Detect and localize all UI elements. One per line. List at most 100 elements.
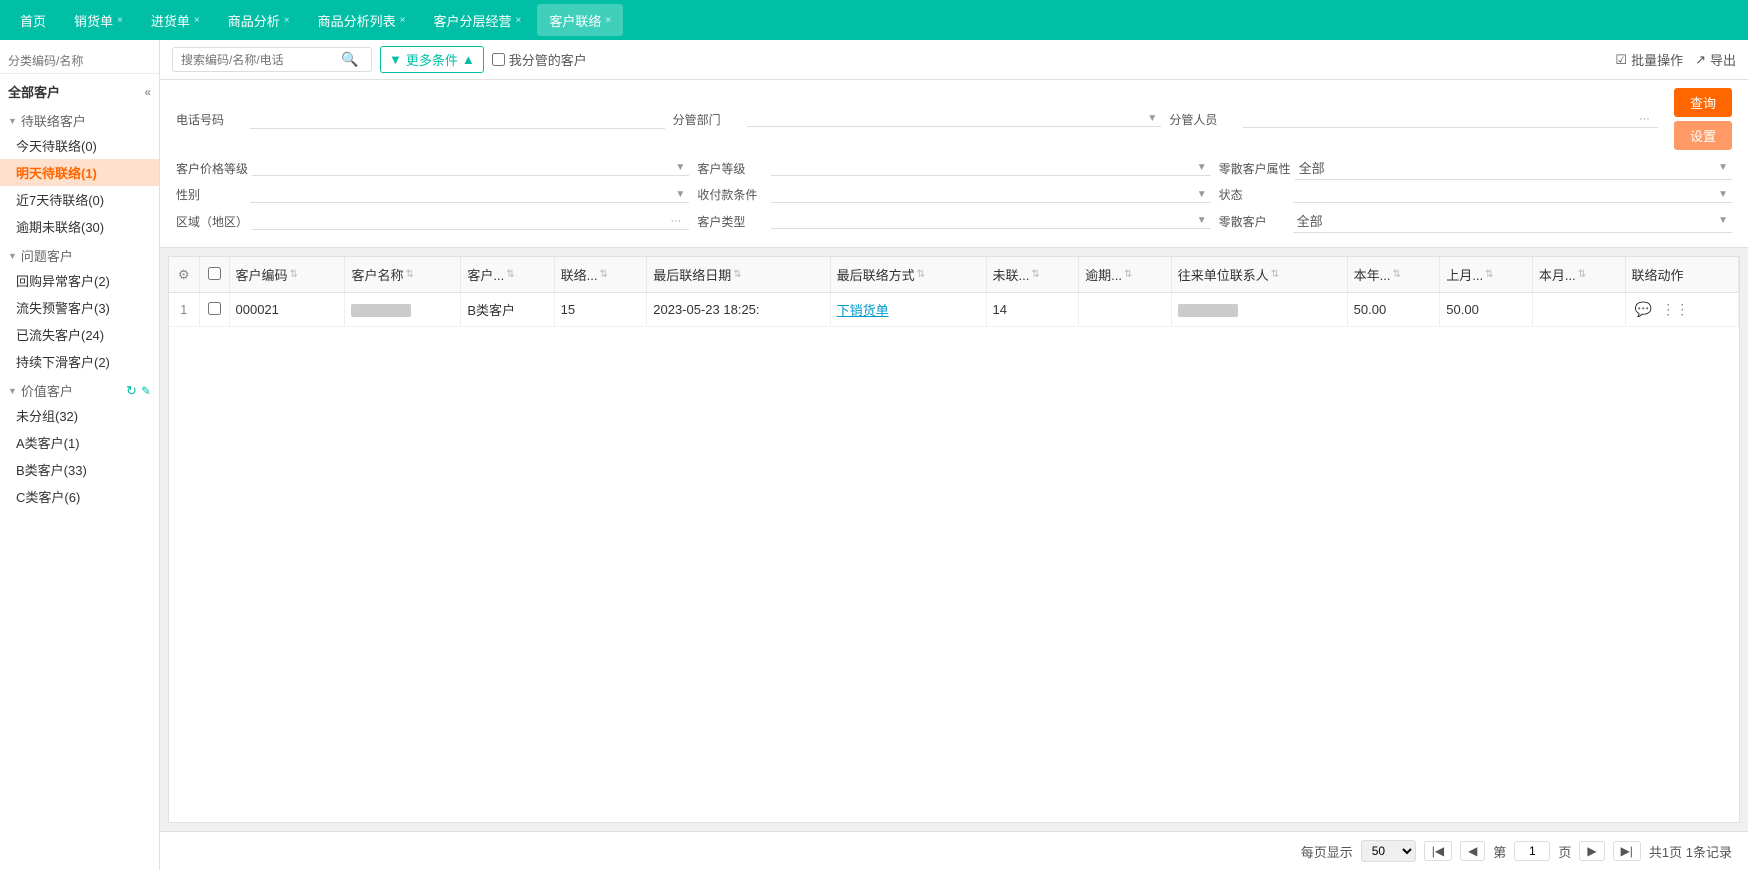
main-search-icon[interactable]: 🔍 — [341, 51, 358, 68]
status-dropdown-icon: ▼ — [1718, 189, 1728, 200]
top-nav: 首页 销货单 × 进货单 × 商品分析 × 商品分析列表 × 客户分层经营 × … — [0, 0, 1748, 40]
filter-customer-level-select[interactable]: ▼ — [771, 160, 1210, 176]
page-input[interactable] — [1514, 841, 1550, 861]
row-contact-count: 15 — [554, 293, 647, 327]
filter-region-select[interactable]: ··· — [252, 213, 689, 230]
per-page-select[interactable]: 50 100 200 — [1361, 840, 1416, 862]
row-last-method-link[interactable]: 下销货单 — [837, 303, 889, 318]
filter-dept-select[interactable]: ▼ — [747, 111, 1162, 127]
filter-customer-type-select[interactable]: ▼ — [771, 213, 1210, 229]
sort-this-month-icon: ⇅ — [1578, 269, 1586, 280]
th-customer-type[interactable]: 客户... ⇅ — [461, 257, 554, 293]
th-contact-count[interactable]: 联络... ⇅ — [554, 257, 647, 293]
filter-retail-attr-select[interactable]: 全部 ▼ — [1295, 156, 1732, 180]
sidebar-item-declining[interactable]: 持续下滑客户(2) — [0, 348, 159, 375]
last-page-button[interactable]: ▶| — [1613, 841, 1641, 861]
my-customer-checkbox[interactable] — [492, 53, 505, 66]
th-this-year[interactable]: 本年... ⇅ — [1347, 257, 1440, 293]
sidebar-item-ungrouped[interactable]: 未分组(32) — [0, 402, 159, 429]
th-customer-name[interactable]: 客户名称 ⇅ — [345, 257, 461, 293]
sidebar-item-churn-warning[interactable]: 流失预警客户(3) — [0, 294, 159, 321]
nav-product-list-close-icon[interactable]: × — [400, 15, 406, 26]
th-unit-contact[interactable]: 往来单位联系人 ⇅ — [1171, 257, 1347, 293]
th-last-contact-date[interactable]: 最后联络日期 ⇅ — [647, 257, 830, 293]
sidebar-value-refresh-icon[interactable]: ↻ — [126, 383, 137, 399]
sort-uncontact-icon: ⇅ — [1031, 269, 1039, 280]
row-this-month — [1532, 293, 1625, 327]
sort-code-icon: ⇅ — [290, 269, 298, 280]
sidebar-item-class-c[interactable]: C类客户(6) — [0, 483, 159, 510]
nav-customer-segment[interactable]: 客户分层经营 × — [421, 4, 533, 36]
customer-level-dropdown-icon: ▼ — [1197, 162, 1207, 173]
sidebar-item-class-a[interactable]: A类客户(1) — [0, 429, 159, 456]
filter-manager-select[interactable]: ··· — [1243, 111, 1658, 128]
next-page-button[interactable]: ▶ — [1579, 841, 1604, 861]
filter-retail-customer-cell: 零散客户 全部 ▼ — [1219, 209, 1732, 233]
row-checkbox[interactable] — [208, 302, 221, 315]
row-checkbox-cell — [199, 293, 229, 327]
payment-dropdown-icon: ▼ — [1197, 189, 1207, 200]
nav-product-analysis[interactable]: 商品分析 × — [216, 4, 302, 36]
sidebar-collapse-icon[interactable]: « — [144, 85, 151, 99]
filter-customer-level-cell: 客户等级 ▼ — [697, 160, 1210, 177]
setting-button[interactable]: 设置 — [1674, 121, 1732, 150]
th-gear: ⚙ — [169, 257, 199, 293]
th-this-month[interactable]: 本月... ⇅ — [1532, 257, 1625, 293]
main-search-input[interactable] — [181, 53, 341, 67]
table-row: 1 000021 B类客户 — [169, 293, 1739, 327]
gear-icon[interactable]: ⚙ — [178, 267, 190, 282]
more-filter-button[interactable]: ▼ 更多条件 ▲ — [380, 46, 484, 73]
sidebar-item-tomorrow-pending[interactable]: 明天待联络(1) — [0, 159, 159, 186]
filter-status-label: 状态 — [1219, 186, 1289, 203]
sidebar-value-edit-icon[interactable]: ✎ — [141, 384, 151, 398]
nav-purchase-order[interactable]: 进货单 × — [139, 4, 212, 36]
nav-purchase-close-icon[interactable]: × — [194, 15, 200, 26]
filter-gender-cell: 性别 ▼ — [176, 186, 689, 203]
sidebar-item-churned[interactable]: 已流失客户(24) — [0, 321, 159, 348]
sidebar-search-input[interactable] — [8, 54, 160, 68]
my-customer-checkbox-label[interactable]: 我分管的客户 — [492, 50, 587, 69]
nav-product-analysis-list[interactable]: 商品分析列表 × — [306, 4, 418, 36]
row-name — [345, 293, 461, 327]
prev-page-button[interactable]: ◀ — [1460, 841, 1485, 861]
sidebar-item-7days-pending[interactable]: 近7天待联络(0) — [0, 186, 159, 213]
sidebar-item-repurchase-abnormal[interactable]: 回购异常客户(2) — [0, 267, 159, 294]
export-button[interactable]: ↗ 导出 — [1695, 50, 1736, 69]
row-action-contact-icon[interactable]: 💬 — [1635, 301, 1652, 317]
row-name-blurred — [351, 304, 411, 317]
sidebar-item-class-b[interactable]: B类客户(33) — [0, 456, 159, 483]
select-all-checkbox[interactable] — [208, 267, 221, 280]
nav-home[interactable]: 首页 — [8, 4, 58, 36]
row-num: 1 — [169, 293, 199, 327]
nav-customer-contact-close-icon[interactable]: × — [605, 15, 611, 26]
region-more-icon[interactable]: ··· — [666, 215, 685, 227]
filter-row-2: 客户价格等级 ▼ 客户等级 ▼ 零散客户属性 全部 — [176, 156, 1732, 180]
nav-product-close-icon[interactable]: × — [284, 15, 290, 26]
filter-status-select[interactable]: ▼ — [1293, 187, 1732, 203]
th-overdue[interactable]: 逾期... ⇅ — [1079, 257, 1172, 293]
query-button[interactable]: 查询 — [1674, 88, 1732, 117]
nav-customer-contact[interactable]: 客户联络 × — [537, 4, 623, 36]
first-page-button[interactable]: |◀ — [1424, 841, 1452, 861]
filter-phone-input[interactable] — [250, 110, 665, 129]
sidebar-all-customers-header[interactable]: 全部客户 « — [0, 78, 159, 105]
sidebar-item-overdue[interactable]: 逾期未联络(30) — [0, 213, 159, 240]
th-uncontact[interactable]: 未联... ⇅ — [986, 257, 1079, 293]
nav-sales-close-icon[interactable]: × — [117, 15, 123, 26]
nav-customer-segment-close-icon[interactable]: × — [515, 15, 521, 26]
filter-payment-select[interactable]: ▼ — [771, 187, 1210, 203]
nav-sales-order[interactable]: 销货单 × — [62, 4, 135, 36]
sidebar-item-today-pending[interactable]: 今天待联络(0) — [0, 132, 159, 159]
nav-product-label: 商品分析 — [228, 11, 280, 30]
batch-operation-button[interactable]: ☑ 批量操作 — [1615, 50, 1683, 69]
filter-gender-select[interactable]: ▼ — [250, 187, 689, 203]
manager-more-icon[interactable]: ··· — [1635, 113, 1654, 125]
th-last-contact-method[interactable]: 最后联络方式 ⇅ — [830, 257, 986, 293]
filter-retail-customer-select[interactable]: 全部 ▼ — [1293, 209, 1732, 233]
row-action-more-icon[interactable]: ⋮⋮ — [1661, 301, 1689, 317]
filter-row-4: 区域（地区） ··· 客户类型 ▼ 零散客户 全部 — [176, 209, 1732, 233]
filter-price-level-select[interactable]: ▼ — [252, 160, 689, 176]
filter-payment-cell: 收付款条件 ▼ — [697, 186, 1210, 203]
th-customer-code[interactable]: 客户编码 ⇅ — [229, 257, 345, 293]
th-last-month[interactable]: 上月... ⇅ — [1440, 257, 1533, 293]
